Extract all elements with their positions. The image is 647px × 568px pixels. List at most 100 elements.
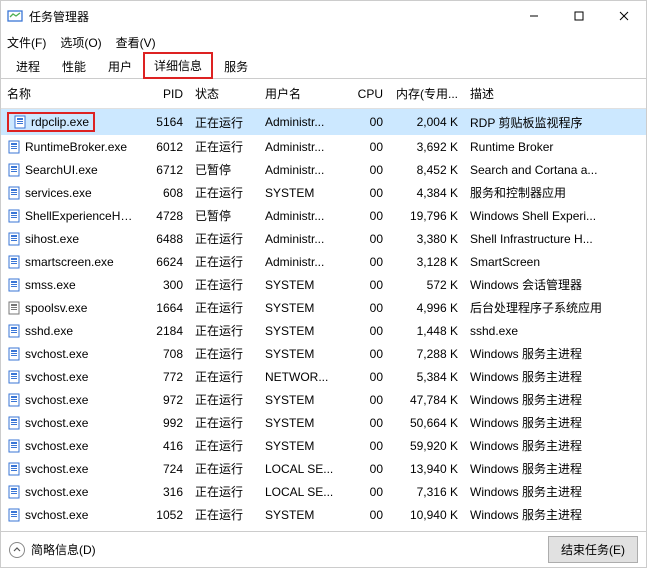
cell-cpu: 00	[344, 480, 389, 503]
cell-pid: 1052	[139, 503, 189, 526]
menu-file[interactable]: 文件(F)	[7, 34, 46, 51]
cell-user: Administr...	[259, 204, 344, 227]
cell-desc: Windows Shell Experi...	[464, 204, 646, 227]
minimize-button[interactable]	[511, 1, 556, 31]
table-row[interactable]: ShellExperienceHo...4728已暂停Administr...0…	[1, 204, 646, 227]
cell-status: 正在运行	[189, 503, 259, 526]
cell-mem: 4,996 K	[389, 296, 464, 319]
process-icon	[7, 209, 21, 223]
cell-cpu: 00	[344, 227, 389, 250]
cell-name: RuntimeBroker.exe	[1, 135, 139, 158]
process-table-wrap[interactable]: 名称 PID 状态 用户名 CPU 内存(专用... 描述 rdpclip.ex…	[1, 79, 646, 531]
cell-desc: sshd.exe	[464, 319, 646, 342]
table-row[interactable]: smss.exe300正在运行SYSTEM00572 KWindows 会话管理…	[1, 273, 646, 296]
process-icon	[7, 508, 21, 522]
cell-cpu: 00	[344, 296, 389, 319]
cell-name: sihost.exe	[1, 227, 139, 250]
cell-desc: 服务和控制器应用	[464, 181, 646, 204]
cell-pid: 724	[139, 457, 189, 480]
col-status[interactable]: 状态	[189, 79, 259, 109]
cell-desc: RDP 剪贴板监视程序	[464, 109, 646, 136]
cell-desc: Windows 服务主进程	[464, 480, 646, 503]
cell-name: svchost.exe	[1, 342, 139, 365]
table-row[interactable]: svchost.exe1052正在运行SYSTEM0010,940 KWindo…	[1, 503, 646, 526]
tab-3[interactable]: 详细信息	[143, 52, 213, 79]
cell-status: 正在运行	[189, 319, 259, 342]
cell-status: 正在运行	[189, 296, 259, 319]
table-row[interactable]: svchost.exe708正在运行SYSTEM007,288 KWindows…	[1, 342, 646, 365]
menubar: 文件(F) 选项(O) 查看(V)	[1, 31, 646, 53]
process-icon	[7, 347, 21, 361]
cell-cpu: 00	[344, 181, 389, 204]
process-icon	[7, 301, 21, 315]
tab-0[interactable]: 进程	[5, 53, 51, 79]
cell-desc: SmartScreen	[464, 250, 646, 273]
cell-status: 正在运行	[189, 434, 259, 457]
cell-desc: Windows 服务主进程	[464, 365, 646, 388]
table-row[interactable]: sihost.exe6488正在运行Administr...003,380 KS…	[1, 227, 646, 250]
menu-options[interactable]: 选项(O)	[60, 34, 101, 51]
table-row[interactable]: sshd.exe2184正在运行SYSTEM001,448 Ksshd.exe	[1, 319, 646, 342]
cell-desc: Runtime Broker	[464, 135, 646, 158]
col-mem[interactable]: 内存(专用...	[389, 79, 464, 109]
end-task-button[interactable]: 结束任务(E)	[548, 536, 638, 563]
cell-desc: Search and Cortana a...	[464, 158, 646, 181]
process-icon	[7, 278, 21, 292]
menu-view[interactable]: 查看(V)	[116, 34, 156, 51]
col-user[interactable]: 用户名	[259, 79, 344, 109]
cell-user: SYSTEM	[259, 503, 344, 526]
cell-pid: 6012	[139, 135, 189, 158]
table-row[interactable]: svchost.exe316正在运行LOCAL SE...007,316 KWi…	[1, 480, 646, 503]
cell-pid: 708	[139, 342, 189, 365]
tab-2[interactable]: 用户	[97, 53, 143, 79]
cell-name: smss.exe	[1, 273, 139, 296]
cell-desc: Windows 会话管理器	[464, 273, 646, 296]
maximize-button[interactable]	[556, 1, 601, 31]
cell-cpu: 00	[344, 135, 389, 158]
cell-name: svchost.exe	[1, 411, 139, 434]
process-icon	[7, 393, 21, 407]
table-row[interactable]: rdpclip.exe5164正在运行Administr...002,004 K…	[1, 109, 646, 136]
cell-status: 正在运行	[189, 227, 259, 250]
col-desc[interactable]: 描述	[464, 79, 646, 109]
cell-cpu: 00	[344, 388, 389, 411]
cell-status: 正在运行	[189, 135, 259, 158]
cell-mem: 10,940 K	[389, 503, 464, 526]
cell-mem: 50,664 K	[389, 411, 464, 434]
process-icon	[7, 416, 21, 430]
cell-user: SYSTEM	[259, 411, 344, 434]
cell-status: 正在运行	[189, 388, 259, 411]
cell-status: 正在运行	[189, 181, 259, 204]
cell-mem: 19,796 K	[389, 204, 464, 227]
cell-cpu: 00	[344, 457, 389, 480]
table-row[interactable]: smartscreen.exe6624正在运行Administr...003,1…	[1, 250, 646, 273]
cell-pid: 316	[139, 480, 189, 503]
col-cpu[interactable]: CPU	[344, 79, 389, 109]
table-row[interactable]: SearchUI.exe6712已暂停Administr...008,452 K…	[1, 158, 646, 181]
table-row[interactable]: RuntimeBroker.exe6012正在运行Administr...003…	[1, 135, 646, 158]
chevron-up-icon[interactable]	[9, 542, 25, 558]
col-pid[interactable]: PID	[139, 79, 189, 109]
cell-pid: 5164	[139, 109, 189, 136]
cell-user: Administr...	[259, 109, 344, 136]
cell-desc: Windows 服务主进程	[464, 457, 646, 480]
col-name[interactable]: 名称	[1, 79, 139, 109]
less-details-button[interactable]: 简略信息(D)	[31, 541, 96, 558]
table-row[interactable]: svchost.exe724正在运行LOCAL SE...0013,940 KW…	[1, 457, 646, 480]
table-row[interactable]: svchost.exe972正在运行SYSTEM0047,784 KWindow…	[1, 388, 646, 411]
table-row[interactable]: svchost.exe992正在运行SYSTEM0050,664 KWindow…	[1, 411, 646, 434]
table-row[interactable]: services.exe608正在运行SYSTEM004,384 K服务和控制器…	[1, 181, 646, 204]
cell-cpu: 00	[344, 109, 389, 136]
tab-1[interactable]: 性能	[51, 53, 97, 79]
cell-status: 正在运行	[189, 457, 259, 480]
tab-4[interactable]: 服务	[213, 53, 259, 79]
table-row[interactable]: spoolsv.exe1664正在运行SYSTEM004,996 K后台处理程序…	[1, 296, 646, 319]
table-row[interactable]: svchost.exe772正在运行NETWOR...005,384 KWind…	[1, 365, 646, 388]
process-icon	[13, 115, 27, 129]
table-row[interactable]: svchost.exe416正在运行SYSTEM0059,920 KWindow…	[1, 434, 646, 457]
cell-status: 已暂停	[189, 204, 259, 227]
close-button[interactable]	[601, 1, 646, 31]
cell-mem: 13,940 K	[389, 457, 464, 480]
cell-mem: 8,452 K	[389, 158, 464, 181]
process-icon	[7, 186, 21, 200]
